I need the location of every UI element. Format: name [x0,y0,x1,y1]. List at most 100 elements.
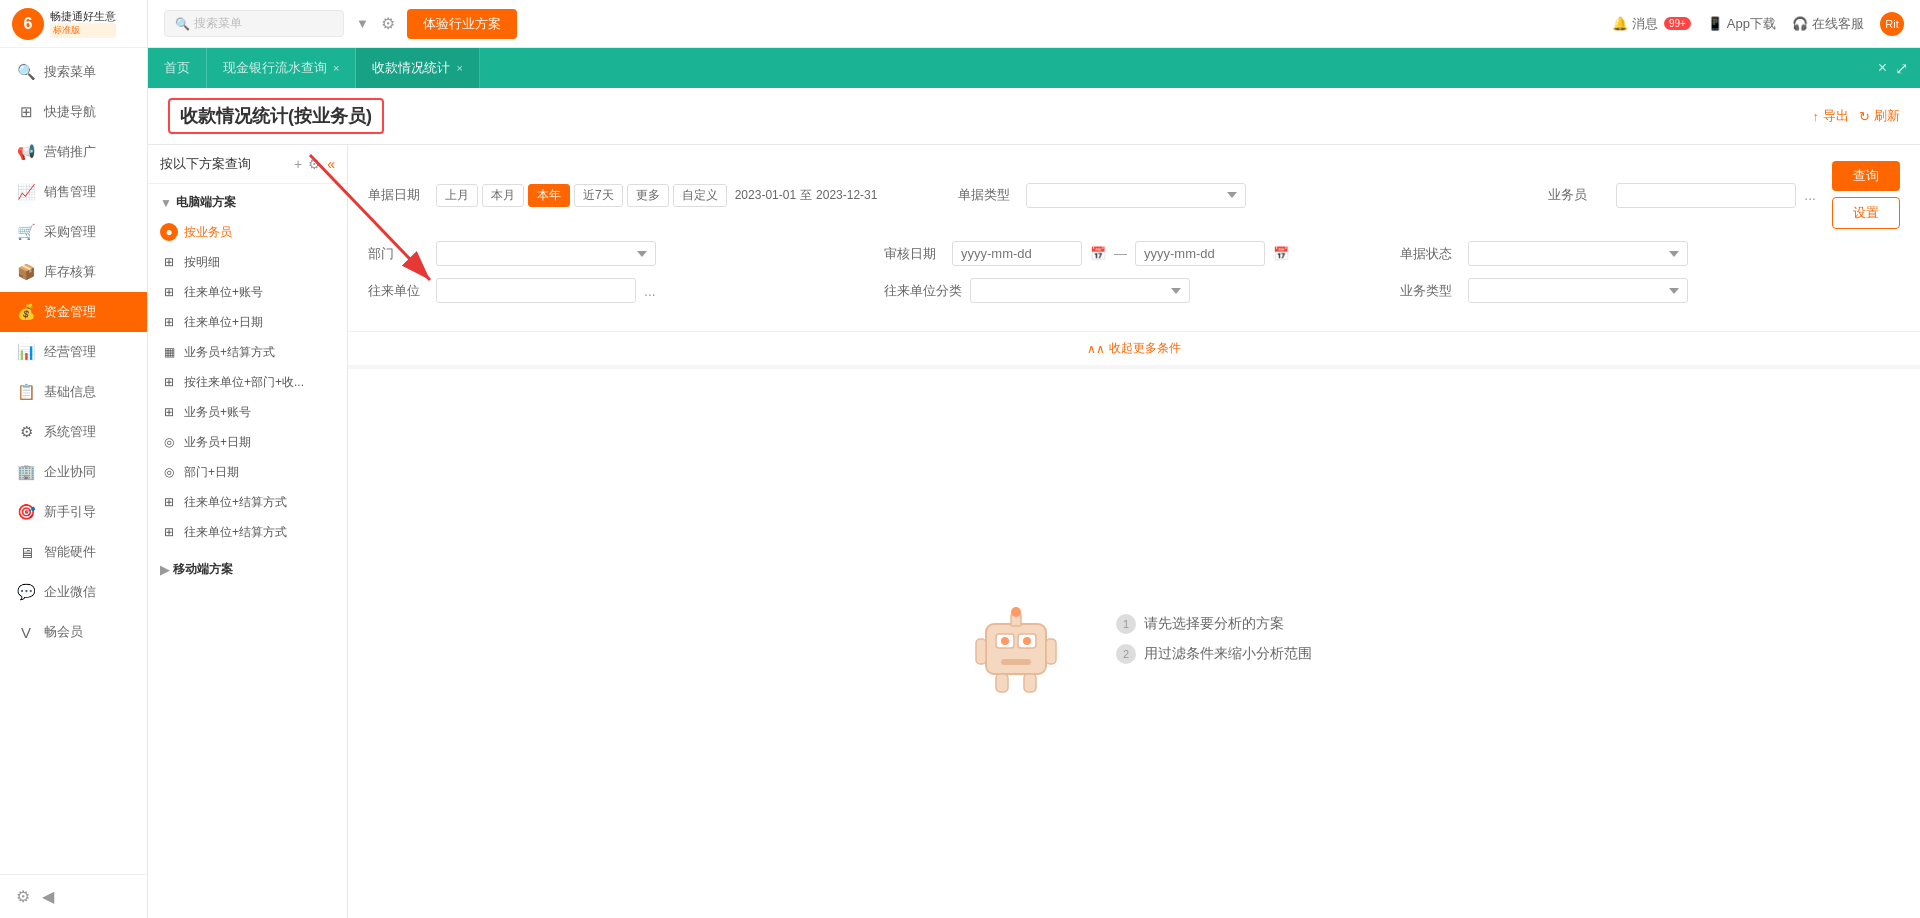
search-box[interactable]: 🔍 搜索菜单 [164,10,344,37]
sidebar-item-wechat[interactable]: 💬 企业微信 [0,572,147,612]
query-btn[interactable]: 查询 [1832,161,1900,191]
unit-category-select[interactable] [970,278,1190,303]
trial-solution-btn[interactable]: 体验行业方案 [407,9,517,39]
date-btn-7days[interactable]: 近7天 [574,184,623,207]
tree-item-unit-date[interactable]: ⊞ 往来单位+日期 [148,307,347,337]
collapse-panel-btn[interactable]: « [327,156,335,172]
date-btn-more[interactable]: 更多 [627,184,669,207]
tree-item-salesman-account[interactable]: ⊞ 业务员+账号 [148,397,347,427]
tree-item-unit-account[interactable]: ⊞ 往来单位+账号 [148,277,347,307]
sidebar-label-sales: 销售管理 [44,183,96,201]
tab-bank[interactable]: 现金银行流水查询 × [207,48,356,88]
settings-btn[interactable]: 设置 [1832,197,1900,229]
sidebar-item-inventory[interactable]: 📦 库存核算 [0,252,147,292]
salesman-more-btn[interactable]: ... [1804,187,1816,203]
unit-group: 往来单位 ... [368,278,868,303]
gear-icon[interactable]: ⚙ [381,14,395,33]
sidebar-item-operation[interactable]: 📊 经营管理 [0,332,147,372]
maximize-window-btn[interactable]: ⤢ [1895,59,1908,78]
sidebar-item-quicknav[interactable]: ⊞ 快捷导航 [0,92,147,132]
review-date-to[interactable] [1135,241,1265,266]
sidebar-settings-btn[interactable]: ⚙ [16,887,30,906]
unit-input[interactable] [436,278,636,303]
tab-collection-close[interactable]: × [456,62,462,74]
left-panel-icons: + ⚙ « [294,156,335,172]
service-btn[interactable]: 🎧 在线客服 [1792,15,1864,33]
tab-bank-close[interactable]: × [333,62,339,74]
sidebar-item-vip[interactable]: V 畅会员 [0,612,147,652]
settings-icon: ⚙ [16,422,36,442]
table-icon: 📋 [16,382,36,402]
window-controls: × ⤢ [1866,48,1920,88]
tree-item-by-detail[interactable]: ⊞ 按明细 [148,247,347,277]
tree-item-salesman-date[interactable]: ◎ 业务员+日期 [148,427,347,457]
sidebar-item-guide[interactable]: 🎯 新手引导 [0,492,147,532]
unit-settle1-icon: ⊞ [160,493,178,511]
close-window-btn[interactable]: × [1878,59,1887,77]
tree-item-unit-settle1[interactable]: ⊞ 往来单位+结算方式 [148,487,347,517]
user-avatar[interactable]: Rit [1880,12,1904,36]
messages-btn[interactable]: 🔔 消息 99+ [1612,15,1691,33]
salesman-settle-icon: ▦ [160,343,178,361]
refresh-btn[interactable]: ↻ 刷新 [1859,107,1900,125]
add-scheme-btn[interactable]: + [294,156,302,172]
tree-item-unit-settle2[interactable]: ⊞ 往来单位+结算方式 [148,517,347,547]
sidebar-label-purchase: 采购管理 [44,223,96,241]
tree-item-label-salesman-settle: 业务员+结算方式 [184,344,275,361]
tree-item-unit-dept[interactable]: ⊞ 按往来单位+部门+收... [148,367,347,397]
biz-type-select[interactable] [1468,278,1688,303]
collapse-btn[interactable]: ∧∧ 收起更多条件 [1087,340,1181,357]
export-icon: ↑ [1813,109,1820,124]
sidebar-item-system[interactable]: ⚙ 系统管理 [0,412,147,452]
sidebar-item-finance[interactable]: 💰 资金管理 [0,292,147,332]
svg-rect-10 [996,674,1008,692]
sidebar-item-basic[interactable]: 📋 基础信息 [0,372,147,412]
tree-section-mobile-header[interactable]: ▶ 移动端方案 [148,555,347,584]
dropdown-icon[interactable]: ▼ [356,16,369,31]
sidebar-item-search[interactable]: 🔍 搜索菜单 [0,52,147,92]
right-content: 单据日期 上月 本月 本年 近7天 更多 自定义 2023-01-01 [348,145,1920,918]
sidebar-label-hardware: 智能硬件 [44,543,96,561]
scheme-settings-btn[interactable]: ⚙ [308,156,321,172]
salesman-input[interactable] [1616,183,1796,208]
collapse-bar[interactable]: ∧∧ 收起更多条件 [348,331,1920,365]
search-icon: 🔍 [175,17,190,31]
cal-to-icon[interactable]: 📅 [1273,246,1289,261]
tree-item-label-salesman-account: 业务员+账号 [184,404,251,421]
sidebar-collapse-btn[interactable]: ◀ [42,887,54,906]
cal-from-icon[interactable]: 📅 [1090,246,1106,261]
sidebar-item-sales[interactable]: 📈 销售管理 [0,172,147,212]
tab-collection-label: 收款情况统计 [372,59,450,77]
sidebar-nav: 🔍 搜索菜单 ⊞ 快捷导航 📢 营销推广 📈 销售管理 🛒 采购管理 📦 库存核… [0,48,147,874]
export-btn[interactable]: ↑ 导出 [1813,107,1850,125]
sidebar-label-guide: 新手引导 [44,503,96,521]
sidebar-item-enterprise[interactable]: 🏢 企业协同 [0,452,147,492]
tab-home[interactable]: 首页 [148,48,207,88]
doc-type-select[interactable] [1026,183,1246,208]
grid-icon: ⊞ [16,102,36,122]
doc-status-select[interactable] [1468,241,1688,266]
sidebar-footer: ⚙ ◀ [0,874,147,918]
sidebar-item-purchase[interactable]: 🛒 采购管理 [0,212,147,252]
empty-state: 1 请先选择要分析的方案 2 用过滤条件来缩小分析范围 [348,369,1920,918]
sidebar-label-wechat: 企业微信 [44,583,96,601]
date-btn-this-month[interactable]: 本月 [482,184,524,207]
tree-item-salesman-settle[interactable]: ▦ 业务员+结算方式 [148,337,347,367]
dept-select[interactable] [436,241,656,266]
tree-item-dept-date[interactable]: ◎ 部门+日期 [148,457,347,487]
tree-item-by-salesman[interactable]: ● 按业务员 [148,217,347,247]
empty-content: 1 请先选择要分析的方案 2 用过滤条件来缩小分析范围 [956,584,1312,704]
unit-settle2-icon: ⊞ [160,523,178,541]
tab-collection[interactable]: 收款情况统计 × [356,48,479,88]
tab-home-label: 首页 [164,59,190,77]
sidebar-item-hardware[interactable]: 🖥 智能硬件 [0,532,147,572]
sidebar-item-marketing[interactable]: 📢 营销推广 [0,132,147,172]
date-btn-last-month[interactable]: 上月 [436,184,478,207]
review-date-from[interactable] [952,241,1082,266]
unit-more-btn[interactable]: ... [644,283,656,299]
download-btn[interactable]: 📱 App下载 [1707,15,1776,33]
date-btn-this-year[interactable]: 本年 [528,184,570,207]
svg-rect-9 [1046,639,1056,664]
tree-section-desktop-header[interactable]: ▼ 电脑端方案 [148,188,347,217]
date-btn-custom[interactable]: 自定义 [673,184,727,207]
